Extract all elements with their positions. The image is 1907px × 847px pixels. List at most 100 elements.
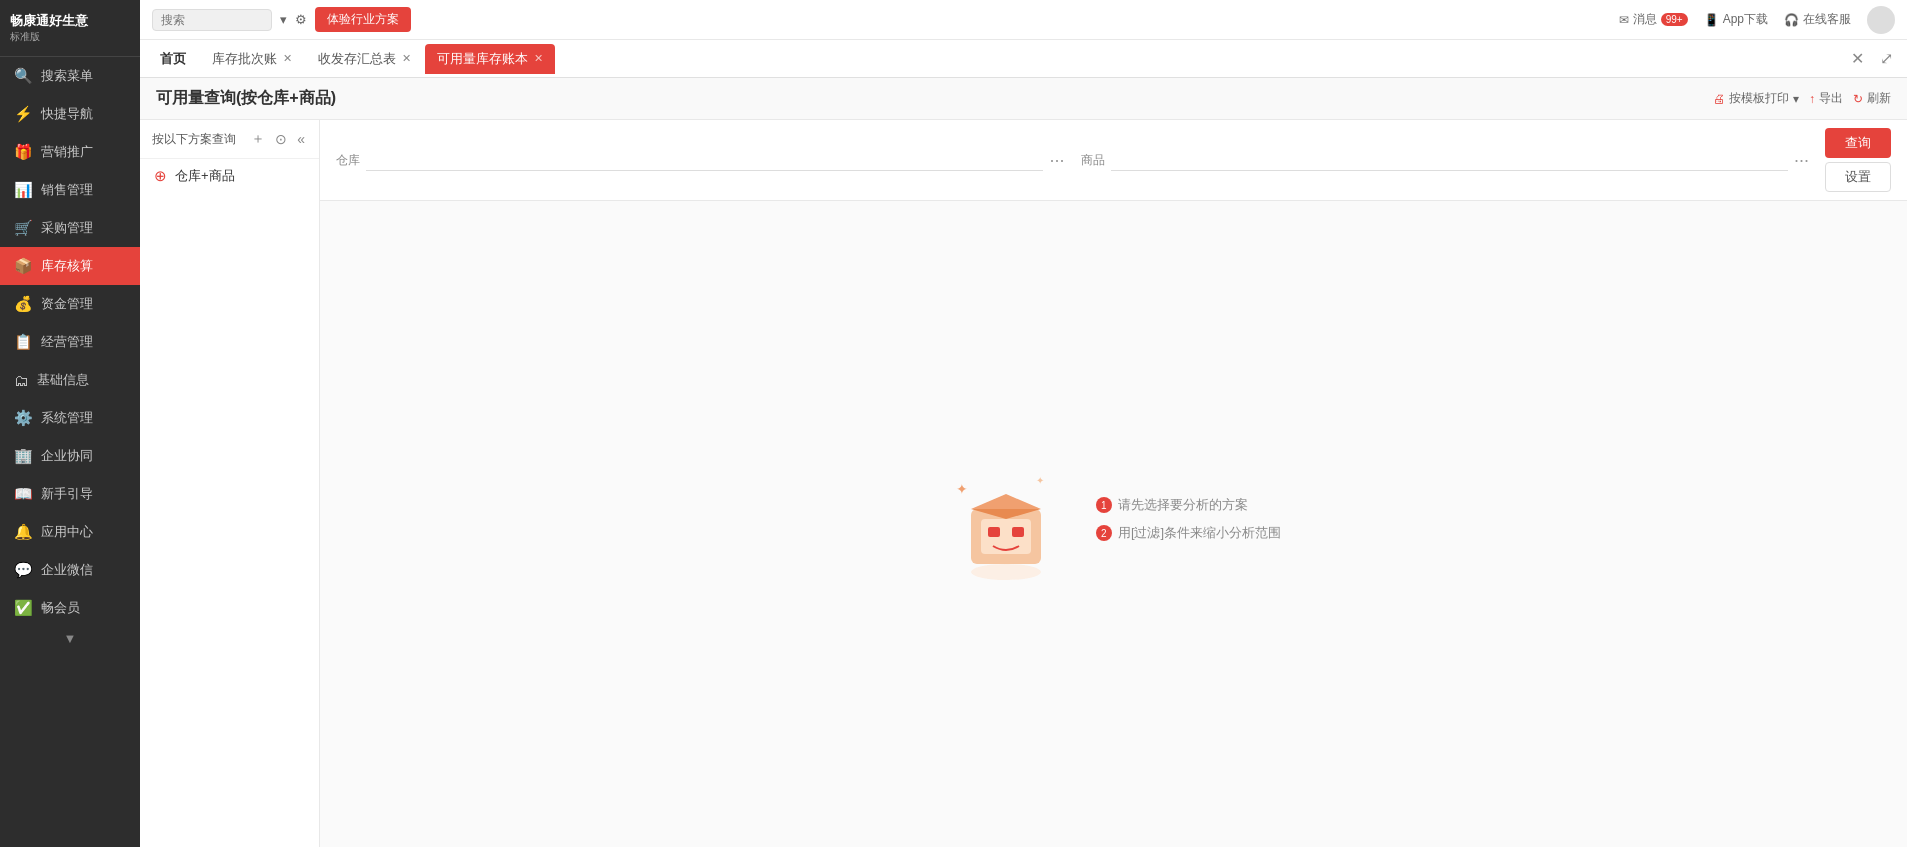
export-btn[interactable]: ↑ 导出 <box>1809 90 1843 107</box>
scheme-panel-title: 按以下方案查询 <box>152 131 243 148</box>
sidebar-logo: 畅康通好生意 标准版 <box>0 0 140 57</box>
message-icon: ✉ <box>1619 13 1629 27</box>
tab-batch-ledger[interactable]: 库存批次账 ✕ <box>200 44 304 74</box>
manage-scheme-btn[interactable]: ⊙ <box>273 131 289 147</box>
folder-icon: 🗂 <box>14 372 29 389</box>
lightning-icon: ⚡ <box>14 105 33 123</box>
chart-icon: 📊 <box>14 181 33 199</box>
template-print-btn[interactable]: 🖨 按模板打印 ▾ <box>1713 90 1799 107</box>
close-all-tabs-btn[interactable]: ✕ <box>1845 47 1870 70</box>
book-icon: 📖 <box>14 485 33 503</box>
phone-icon: 📱 <box>1704 13 1719 27</box>
sidebar-item-sales[interactable]: 📊 销售管理 <box>0 171 140 209</box>
sidebar-item-enterprise[interactable]: 🏢 企业协同 <box>0 437 140 475</box>
industry-btn[interactable]: 体验行业方案 <box>315 7 411 32</box>
building-icon: 🏢 <box>14 447 33 465</box>
page-title: 可用量查询(按仓库+商品) <box>156 88 336 109</box>
tab-home[interactable]: 首页 <box>148 44 198 74</box>
topbar-right: ✉ 消息 99+ 📱 App下载 🎧 在线客服 <box>1619 6 1895 34</box>
query-panel: 仓库 ··· 商品 ··· 查询 设置 <box>320 120 1907 847</box>
print-icon: 🖨 <box>1713 92 1725 106</box>
add-scheme-btn[interactable]: ＋ <box>249 130 267 148</box>
empty-hint-2: 2 用[过滤]条件来缩小分析范围 <box>1096 524 1281 542</box>
empty-state: ✦ ✦ 1 请先选择要分析的方案 2 用[过滤]条件来缩小分析范围 <box>320 201 1907 847</box>
tab-available-ledger[interactable]: 可用量库存账本 ✕ <box>425 44 555 74</box>
scheme-panel: 按以下方案查询 ＋ ⊙ « ⊕ 仓库+商品 <box>140 120 320 847</box>
sidebar-item-base[interactable]: 🗂 基础信息 <box>0 361 140 399</box>
chat-icon: 💬 <box>14 561 33 579</box>
search-input[interactable] <box>152 9 272 31</box>
sidebar-item-system[interactable]: ⚙️ 系统管理 <box>0 399 140 437</box>
product-input[interactable] <box>1111 150 1788 171</box>
bell-icon: 🔔 <box>14 523 33 541</box>
sidebar: 畅康通好生意 标准版 🔍 搜索菜单 ⚡ 快捷导航 🎁 营销推广 📊 销售管理 🛒… <box>0 0 140 847</box>
warehouse-filter-group: 仓库 ··· <box>336 150 1065 171</box>
box-icon: 📦 <box>14 257 33 275</box>
close-tab-batch-ledger[interactable]: ✕ <box>283 52 292 65</box>
sidebar-item-marketing[interactable]: 🎁 营销推广 <box>0 133 140 171</box>
sidebar-item-finance[interactable]: 💰 资金管理 <box>0 285 140 323</box>
headset-icon: 🎧 <box>1784 13 1799 27</box>
app-download-btn[interactable]: 📱 App下载 <box>1704 11 1768 28</box>
online-service-btn[interactable]: 🎧 在线客服 <box>1784 11 1851 28</box>
collapse-scheme-btn[interactable]: « <box>295 131 307 147</box>
refresh-btn[interactable]: ↻ 刷新 <box>1853 90 1891 107</box>
empty-hint-1: 1 请先选择要分析的方案 <box>1096 496 1281 514</box>
page-actions: 🖨 按模板打印 ▾ ↑ 导出 ↻ 刷新 <box>1713 90 1891 107</box>
svg-point-0 <box>971 564 1041 580</box>
topbar: ▾ ⚙ 体验行业方案 ✉ 消息 99+ 📱 App下载 🎧 在线客服 <box>140 0 1907 40</box>
user-avatar[interactable] <box>1867 6 1895 34</box>
sidebar-item-app-center[interactable]: 🔔 应用中心 <box>0 513 140 551</box>
message-btn[interactable]: ✉ 消息 99+ <box>1619 11 1688 28</box>
warehouse-label: 仓库 <box>336 152 360 169</box>
scheme-item-warehouse-product[interactable]: ⊕ 仓库+商品 <box>140 159 319 193</box>
gift-icon: 🎁 <box>14 143 33 161</box>
close-tab-receive-summary[interactable]: ✕ <box>402 52 411 65</box>
page-header: 可用量查询(按仓库+商品) 🖨 按模板打印 ▾ ↑ 导出 ↻ 刷新 <box>140 78 1907 120</box>
empty-hints: 1 请先选择要分析的方案 2 用[过滤]条件来缩小分析范围 <box>1096 496 1281 552</box>
svg-rect-4 <box>1012 527 1024 537</box>
filter-buttons: 查询 设置 <box>1825 128 1891 192</box>
dropdown-arrow-icon: ▾ <box>1793 92 1799 106</box>
tab-receive-summary[interactable]: 收发存汇总表 ✕ <box>306 44 423 74</box>
tabs-bar: 首页 库存批次账 ✕ 收发存汇总表 ✕ 可用量库存账本 ✕ ✕ ⤢ <box>140 40 1907 78</box>
product-label: 商品 <box>1081 152 1105 169</box>
settings-icon-btn[interactable]: ⚙ <box>295 12 307 27</box>
refresh-icon: ↻ <box>1853 92 1863 106</box>
svg-text:✦: ✦ <box>1036 475 1044 486</box>
filter-row: 仓库 ··· 商品 ··· 查询 设置 <box>320 120 1907 201</box>
scheme-header: 按以下方案查询 ＋ ⊙ « <box>140 120 319 159</box>
sidebar-item-operations[interactable]: 📋 经营管理 <box>0 323 140 361</box>
app-version: 标准版 <box>10 30 130 44</box>
money-icon: 💰 <box>14 295 33 313</box>
query-btn[interactable]: 查询 <box>1825 128 1891 158</box>
search-icon: 🔍 <box>14 67 33 85</box>
svg-rect-3 <box>988 527 1000 537</box>
cart-icon: 🛒 <box>14 219 33 237</box>
svg-text:✦: ✦ <box>956 481 968 497</box>
filter-settings-btn[interactable]: 设置 <box>1825 162 1891 192</box>
check-icon: ✅ <box>14 599 33 617</box>
gear-icon: ⚙️ <box>14 409 33 427</box>
sidebar-item-inventory[interactable]: 📦 库存核算 <box>0 247 140 285</box>
sidebar-item-search[interactable]: 🔍 搜索菜单 <box>0 57 140 95</box>
sidebar-item-newbie[interactable]: 📖 新手引导 <box>0 475 140 513</box>
warehouse-more-icon[interactable]: ··· <box>1049 150 1064 171</box>
close-tab-available-ledger[interactable]: ✕ <box>534 52 543 65</box>
export-icon: ↑ <box>1809 92 1815 106</box>
message-badge: 99+ <box>1661 13 1688 26</box>
sidebar-item-shortcut[interactable]: ⚡ 快捷导航 <box>0 95 140 133</box>
sidebar-scroll-down[interactable]: ▼ <box>0 627 140 650</box>
sidebar-item-purchase[interactable]: 🛒 采购管理 <box>0 209 140 247</box>
clipboard-icon: 📋 <box>14 333 33 351</box>
tabs-right-actions: ✕ ⤢ <box>1845 47 1899 70</box>
main-area: ▾ ⚙ 体验行业方案 ✉ 消息 99+ 📱 App下载 🎧 在线客服 首页 <box>140 0 1907 847</box>
dropdown-btn[interactable]: ▾ <box>280 12 287 27</box>
sidebar-item-wechat[interactable]: 💬 企业微信 <box>0 551 140 589</box>
product-more-icon[interactable]: ··· <box>1794 150 1809 171</box>
app-name: 畅康通好生意 <box>10 12 130 30</box>
sidebar-item-member[interactable]: ✅ 畅会员 <box>0 589 140 627</box>
content-area: 按以下方案查询 ＋ ⊙ « ⊕ 仓库+商品 仓库 ··· 商品 <box>140 120 1907 847</box>
expand-tabs-btn[interactable]: ⤢ <box>1874 47 1899 70</box>
warehouse-input[interactable] <box>366 150 1043 171</box>
